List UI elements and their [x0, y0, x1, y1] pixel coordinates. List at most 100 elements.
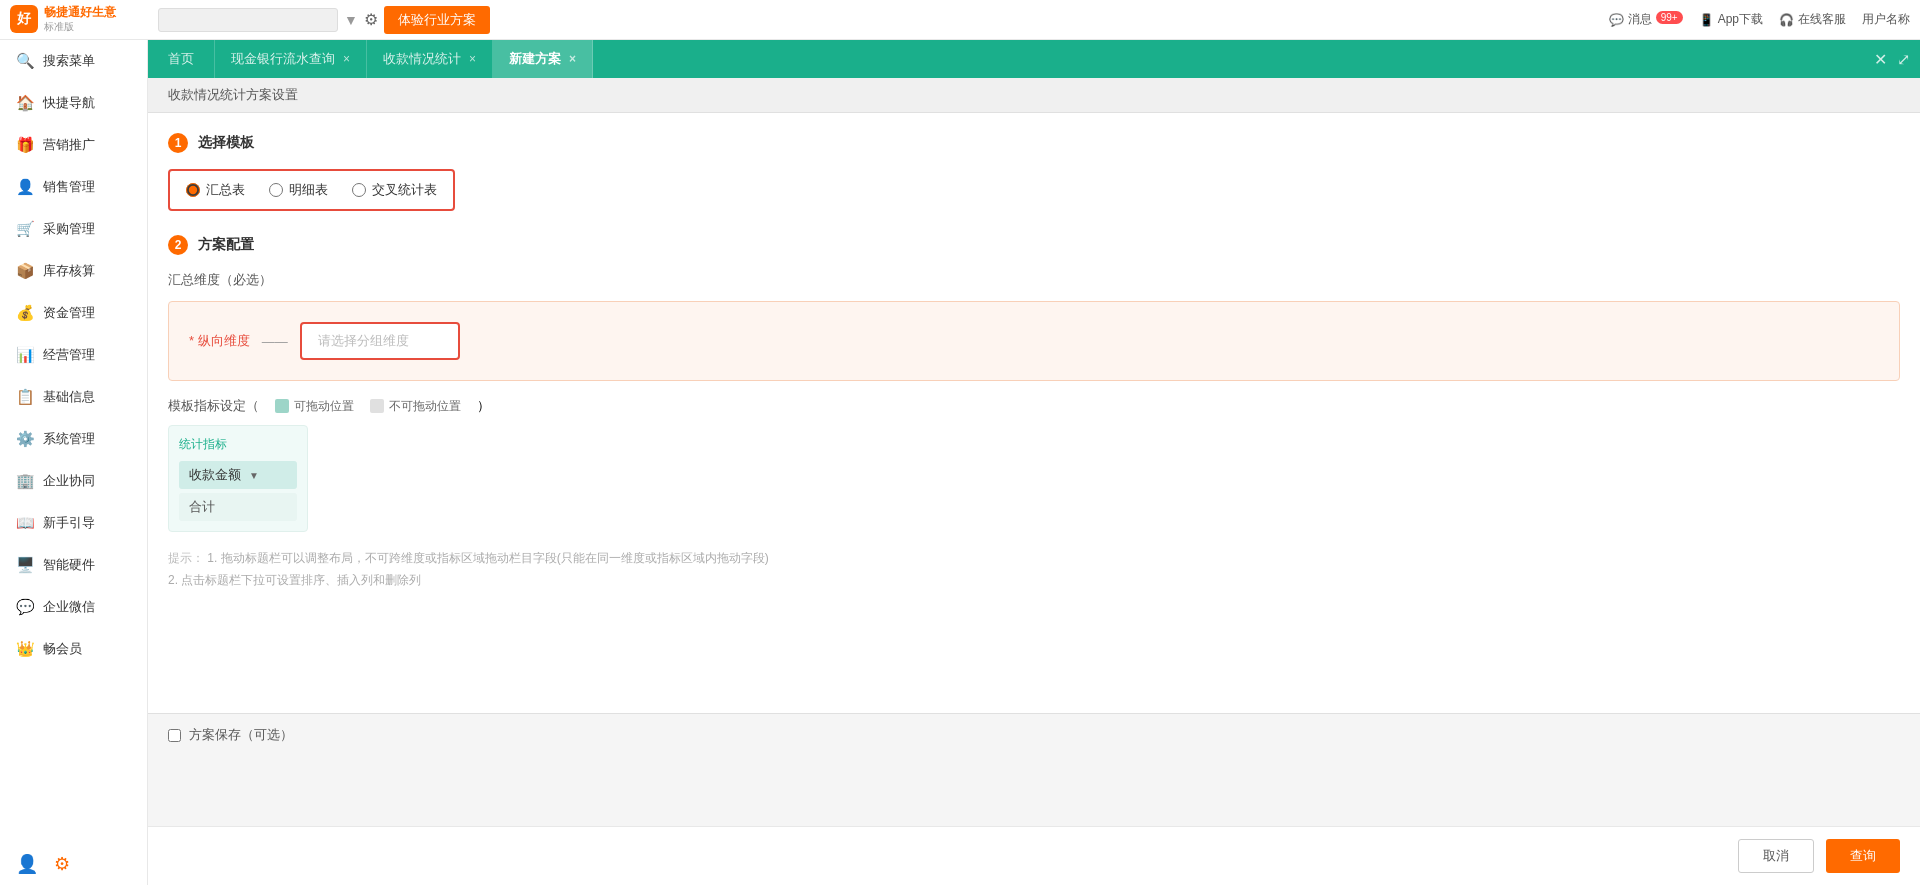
tab-new-plan-close[interactable]: × — [569, 52, 576, 66]
step2-title: 方案配置 — [198, 236, 254, 254]
service-item[interactable]: 🎧 在线客服 — [1779, 11, 1846, 28]
bottom-icon-2[interactable]: ⚙ — [54, 853, 70, 875]
cart-icon: 🛒 — [16, 220, 35, 238]
dropdown-icon[interactable]: ▼ — [344, 12, 358, 28]
logo-sub: 标准版 — [44, 20, 116, 34]
dim-arrow: —— — [262, 334, 288, 349]
sidebar: 🔍 搜索菜单 🏠 快捷导航 🎁 营销推广 👤 销售管理 🛒 采购管理 📦 库存核… — [0, 40, 148, 885]
header-search-input[interactable] — [158, 8, 338, 32]
sidebar-label-guide: 新手引导 — [43, 514, 95, 532]
gear-icon[interactable]: ⚙ — [364, 10, 378, 29]
form-area: 1 选择模板 汇总表 明细表 — [148, 113, 1920, 713]
download-item[interactable]: 📱 App下载 — [1699, 11, 1763, 28]
metric-sub-total: 合计 — [179, 493, 297, 521]
sidebar-item-inventory[interactable]: 📦 库存核算 — [0, 250, 147, 292]
tab-bar: 首页 现金银行流水查询 × 收款情况统计 × 新建方案 × ✕ ⤢ — [148, 40, 1920, 78]
sidebar-label-marketing: 营销推广 — [43, 136, 95, 154]
radio-summary[interactable] — [186, 183, 200, 197]
sidebar-label-finance: 资金管理 — [43, 304, 95, 322]
option-detail[interactable]: 明细表 — [269, 181, 328, 199]
sidebar-label-sales: 销售管理 — [43, 178, 95, 196]
sidebar-label-system: 系统管理 — [43, 430, 95, 448]
sidebar-item-corp[interactable]: 🏢 企业协同 — [0, 460, 147, 502]
tab-home[interactable]: 首页 — [148, 40, 215, 78]
vertical-dim-label: * 纵向维度 — [189, 332, 250, 350]
tab-receipt-close[interactable]: × — [469, 52, 476, 66]
sidebar-label-hardware: 智能硬件 — [43, 556, 95, 574]
save-checkbox[interactable] — [168, 729, 181, 742]
sidebar-label-wechat: 企业微信 — [43, 598, 95, 616]
phone-icon: 📱 — [1699, 13, 1714, 27]
sidebar-label-nav: 快捷导航 — [43, 94, 95, 112]
sidebar-item-base[interactable]: 📋 基础信息 — [0, 376, 147, 418]
non-draggable-label: 不可拖动位置 — [389, 398, 461, 415]
content-area: 首页 现金银行流水查询 × 收款情况统计 × 新建方案 × ✕ ⤢ 收款情况统计… — [148, 40, 1920, 885]
tab-bank[interactable]: 现金银行流水查询 × — [215, 40, 367, 78]
sidebar-item-marketing[interactable]: 🎁 营销推广 — [0, 124, 147, 166]
maximize-icon[interactable]: ⤢ — [1897, 50, 1910, 69]
draggable-dot — [275, 399, 289, 413]
metrics-header: 模板指标设定（ 可拖动位置 不可拖动位置 ） — [168, 397, 1900, 415]
tip2-text: 2. 点击标题栏下拉可设置排序、插入列和删除列 — [168, 573, 421, 587]
logo-icon: 好 — [10, 5, 38, 33]
sidebar-item-member[interactable]: 👑 畅会员 — [0, 628, 147, 670]
legend-draggable: 可拖动位置 — [275, 398, 354, 415]
tab-receipt[interactable]: 收款情况统计 × — [367, 40, 493, 78]
file-icon: 📋 — [16, 388, 35, 406]
money-icon: 💰 — [16, 304, 35, 322]
footer-actions: 取消 查询 — [148, 826, 1920, 885]
building-icon: 🏢 — [16, 472, 35, 490]
sidebar-item-purchase[interactable]: 🛒 采购管理 — [0, 208, 147, 250]
option-cross[interactable]: 交叉统计表 — [352, 181, 437, 199]
step2-section: 2 方案配置 汇总维度（必选） * 纵向维度 —— 请选择分组维度 — [168, 235, 1900, 591]
option-summary-label: 汇总表 — [206, 181, 245, 199]
metrics-group-title: 统计指标 — [179, 436, 297, 453]
metrics-section: 模板指标设定（ 可拖动位置 不可拖动位置 ） — [168, 397, 1900, 532]
header-search: ▼ ⚙ 体验行业方案 — [158, 6, 1609, 34]
sidebar-item-search[interactable]: 🔍 搜索菜单 — [0, 40, 147, 82]
step2-num: 2 — [168, 235, 188, 255]
trial-button[interactable]: 体验行业方案 — [384, 6, 490, 34]
sidebar-item-finance[interactable]: 💰 资金管理 — [0, 292, 147, 334]
tips-title: 提示： — [168, 551, 204, 565]
sidebar-item-operation[interactable]: 📊 经营管理 — [0, 334, 147, 376]
sidebar-item-wechat[interactable]: 💬 企业微信 — [0, 586, 147, 628]
tab-new-plan[interactable]: 新建方案 × — [493, 40, 593, 78]
sidebar-item-hardware[interactable]: 🖥️ 智能硬件 — [0, 544, 147, 586]
non-draggable-dot — [370, 399, 384, 413]
wechat-icon: 💬 — [16, 598, 35, 616]
chevron-down-icon: ▼ — [249, 470, 259, 481]
metric-tag-amount[interactable]: 收款金额 ▼ — [179, 461, 297, 489]
query-button[interactable]: 查询 — [1826, 839, 1900, 873]
dimension-area: * 纵向维度 —— 请选择分组维度 — [168, 301, 1900, 381]
tab-bank-close[interactable]: × — [343, 52, 350, 66]
sidebar-label-inventory: 库存核算 — [43, 262, 95, 280]
legend-non-draggable: 不可拖动位置 — [370, 398, 461, 415]
sidebar-item-guide[interactable]: 📖 新手引导 — [0, 502, 147, 544]
option-summary[interactable]: 汇总表 — [186, 181, 245, 199]
option-cross-label: 交叉统计表 — [372, 181, 437, 199]
metrics-title: 模板指标设定（ — [168, 397, 259, 415]
option-detail-label: 明细表 — [289, 181, 328, 199]
header-actions: 💬 消息 99+ 📱 App下载 🎧 在线客服 用户名称 — [1609, 11, 1910, 28]
bottom-icon-1[interactable]: 👤 — [16, 853, 38, 875]
cancel-button[interactable]: 取消 — [1738, 839, 1814, 873]
settings-icon: ⚙️ — [16, 430, 35, 448]
group-dim-selector[interactable]: 请选择分组维度 — [300, 322, 460, 360]
sidebar-label-corp: 企业协同 — [43, 472, 95, 490]
radio-cross[interactable] — [352, 183, 366, 197]
sidebar-item-sales[interactable]: 👤 销售管理 — [0, 166, 147, 208]
radio-detail[interactable] — [269, 183, 283, 197]
save-label: 方案保存（可选） — [189, 726, 293, 744]
sidebar-item-nav[interactable]: 🏠 快捷导航 — [0, 82, 147, 124]
step1-header: 1 选择模板 — [168, 133, 1900, 153]
metric-tag-amount-label: 收款金额 — [189, 466, 241, 484]
sidebar-item-system[interactable]: ⚙️ 系统管理 — [0, 418, 147, 460]
gift-icon: 🎁 — [16, 136, 35, 154]
user-info[interactable]: 用户名称 — [1862, 11, 1910, 28]
close-window-icon[interactable]: ✕ — [1874, 50, 1887, 69]
message-item[interactable]: 💬 消息 99+ — [1609, 11, 1683, 28]
message-badge: 99+ — [1656, 11, 1683, 24]
draggable-label: 可拖动位置 — [294, 398, 354, 415]
user-icon: 👤 — [16, 178, 35, 196]
